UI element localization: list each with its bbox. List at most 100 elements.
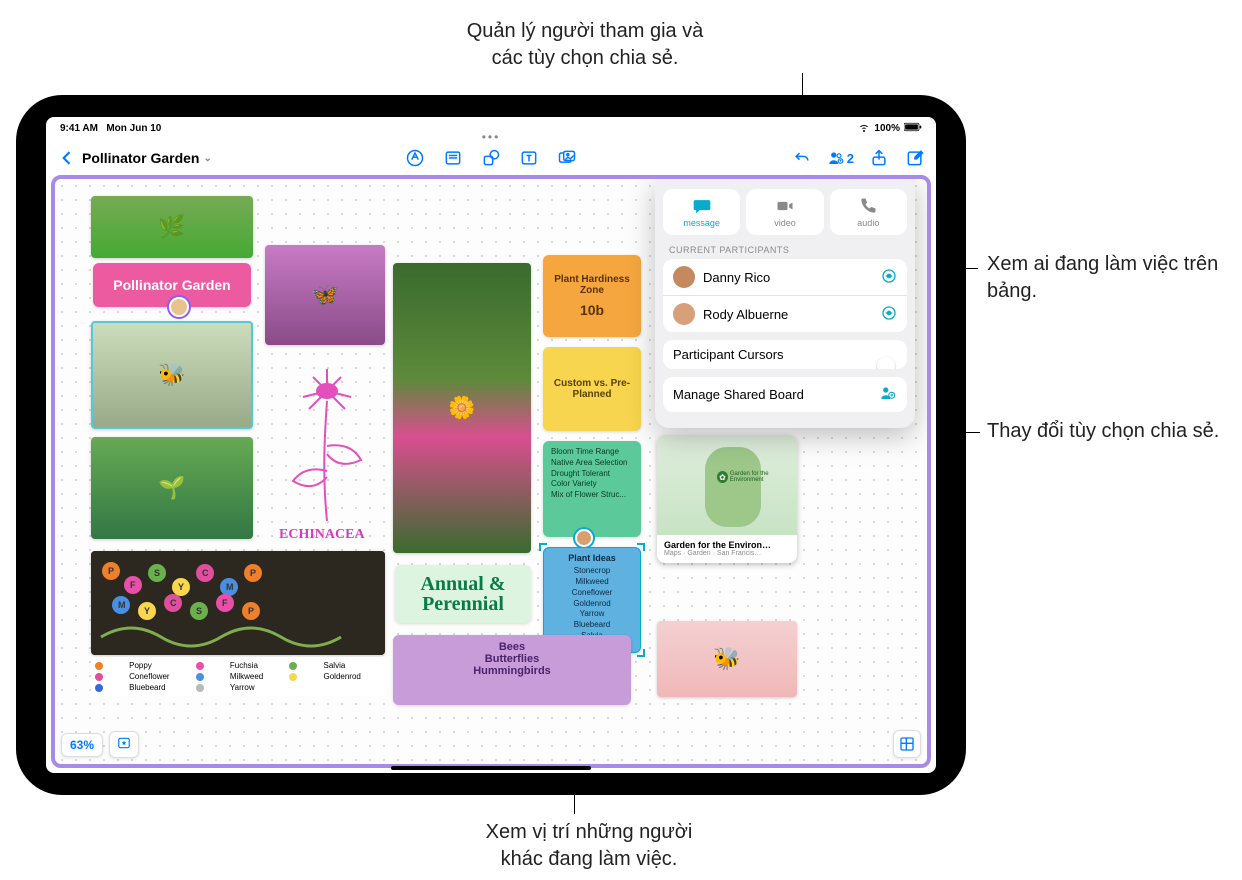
participant-cursor-avatar-2	[575, 529, 593, 547]
board-title-button[interactable]: Pollinator Garden ⌄	[82, 150, 212, 166]
callout-bottom: Xem vị trí những người khác đang làm việ…	[469, 819, 709, 873]
manage-share-icon	[879, 384, 897, 405]
avatar	[673, 266, 695, 288]
svg-text:C: C	[202, 568, 209, 578]
popover-message-button[interactable]: message	[663, 189, 740, 235]
legend-dot	[95, 673, 103, 681]
photo-bee-selected[interactable]: 🐝	[91, 321, 253, 429]
photo-garden-top[interactable]: 🌿	[91, 196, 253, 258]
ideas-item: Yarrow	[548, 609, 636, 620]
participant-status-icon	[881, 268, 897, 287]
participant-status-icon	[881, 305, 897, 324]
legend-label: Salvia	[324, 661, 382, 670]
zoom-button[interactable]: 63%	[61, 733, 103, 757]
participant-cursors-toggle-row[interactable]: Participant Cursors	[663, 340, 907, 369]
ideas-title: Plant Ideas	[548, 552, 636, 564]
note-hardiness[interactable]: Plant Hardiness Zone 10b	[543, 255, 641, 337]
drawing-echinacea[interactable]	[267, 351, 385, 531]
status-right: 100%	[858, 121, 922, 136]
criteria-item: Drought Tolerant	[551, 469, 633, 480]
popover-video-button[interactable]: video	[746, 189, 823, 235]
svg-text:M: M	[226, 582, 234, 592]
text-box-icon[interactable]	[518, 147, 540, 169]
minimap-button[interactable]	[893, 730, 921, 758]
shapes-icon[interactable]	[480, 147, 502, 169]
legend-label: Bluebeard	[129, 683, 190, 692]
criteria-item: Bloom Time Range	[551, 447, 633, 458]
photo-flowerbed[interactable]: 🌼	[393, 263, 531, 553]
note-pollinators[interactable]: Bees Butterflies Hummingbirds	[393, 635, 631, 705]
popover-audio-button[interactable]: audio	[830, 189, 907, 235]
chevron-down-icon: ⌄	[203, 153, 211, 164]
battery-text: 100%	[874, 123, 900, 134]
svg-text:C: C	[170, 598, 177, 608]
undo-icon[interactable]	[791, 147, 813, 169]
map-subtitle: Maps · Garden · San Francis…	[664, 550, 790, 557]
legend-label: Fuchsia	[230, 661, 283, 670]
legend-label: Poppy	[129, 661, 190, 670]
legend-label: Yarrow	[230, 683, 283, 692]
legend-label: Coneflower	[129, 672, 190, 681]
legend-dot	[196, 673, 204, 681]
callout-share: Thay đổi tùy chọn chia sẻ.	[987, 418, 1219, 445]
note-annual-perennial[interactable]: Annual & Perennial	[395, 565, 531, 623]
home-indicator[interactable]	[391, 766, 591, 770]
manage-label: Manage Shared Board	[673, 387, 804, 402]
participant-row[interactable]: Danny Rico	[663, 259, 907, 296]
new-board-icon[interactable]	[904, 147, 926, 169]
legend-label: Milkweed	[230, 672, 283, 681]
popover-section-header: CURRENT PARTICIPANTS	[669, 245, 901, 255]
favorite-button[interactable]	[109, 731, 139, 758]
battery-icon	[904, 122, 922, 135]
ideas-item: Coneflower	[548, 588, 636, 599]
share-icon[interactable]	[868, 147, 890, 169]
criteria-item: Color Variety	[551, 479, 633, 490]
map-preview: ✿ Garden for the Environment	[657, 435, 797, 535]
map-pin: ✿ Garden for the Environment	[717, 471, 797, 483]
legend-dot	[95, 662, 103, 670]
ideas-item: Milkweed	[548, 577, 636, 588]
avatar	[673, 303, 695, 325]
participant-name: Danny Rico	[703, 270, 770, 285]
svg-text:F: F	[130, 580, 136, 590]
popover-btn-label: video	[774, 218, 796, 228]
participant-name: Rody Albuerne	[703, 307, 788, 322]
criteria-item: Mix of Flower Struc...	[551, 490, 633, 501]
legend-dot	[289, 662, 297, 670]
map-info: Garden for the Environ… Maps · Garden · …	[657, 535, 797, 563]
back-icon[interactable]	[56, 147, 78, 169]
popover-btn-label: audio	[857, 218, 879, 228]
photo-butterfly[interactable]: 🦋	[265, 245, 385, 345]
ideas-item: Goldenrod	[548, 599, 636, 610]
media-icon[interactable]	[556, 147, 578, 169]
callout-top: Quản lý người tham gia và các tùy chọn c…	[465, 18, 705, 72]
collab-count: 2	[847, 151, 854, 166]
ideas-item: Stonecrop	[548, 566, 636, 577]
photo-bee-card[interactable]: 🐝	[657, 621, 797, 697]
board-title: Pollinator Garden	[82, 150, 199, 166]
board-canvas[interactable]: Pollinator Garden 🌿 🐝 🌱 🦋	[51, 175, 931, 768]
drawing-chalkboard[interactable]: P F S Y C M P M Y C S F P	[91, 551, 385, 655]
participants-list: Danny Rico Rody Albuerne	[663, 259, 907, 332]
pen-tool-icon[interactable]	[404, 147, 426, 169]
map-title: Garden for the Environ…	[664, 540, 790, 550]
collaborate-button[interactable]: 2	[827, 149, 854, 167]
note-custom[interactable]: Custom vs. Pre-Planned	[543, 347, 641, 431]
participant-row[interactable]: Rody Albuerne	[663, 296, 907, 332]
svg-text:P: P	[248, 606, 254, 616]
note-criteria[interactable]: Bloom Time Range Native Area Selection D…	[543, 441, 641, 537]
map-card[interactable]: ✿ Garden for the Environment Garden for …	[657, 435, 797, 563]
callout-participants: Xem ai đang làm việc trên bảng.	[987, 251, 1227, 305]
ipad-device: 9:41 AM Mon Jun 10 100% •••	[16, 95, 966, 795]
participant-cursor-avatar	[169, 297, 189, 317]
legend-dot	[196, 684, 204, 692]
svg-text:P: P	[250, 568, 256, 578]
legend-label: Goldenrod	[324, 672, 382, 681]
svg-text:M: M	[118, 600, 126, 610]
sticky-note-icon[interactable]	[442, 147, 464, 169]
manage-shared-board-row[interactable]: Manage Shared Board	[663, 377, 907, 412]
status-date: Mon Jun 10	[106, 123, 161, 134]
legend-card[interactable]: Poppy Fuchsia Salvia Coneflower Milkweed…	[91, 657, 385, 696]
photo-garden-bottom[interactable]: 🌱	[91, 437, 253, 539]
drawing-label: ECHINACEA	[279, 527, 365, 543]
